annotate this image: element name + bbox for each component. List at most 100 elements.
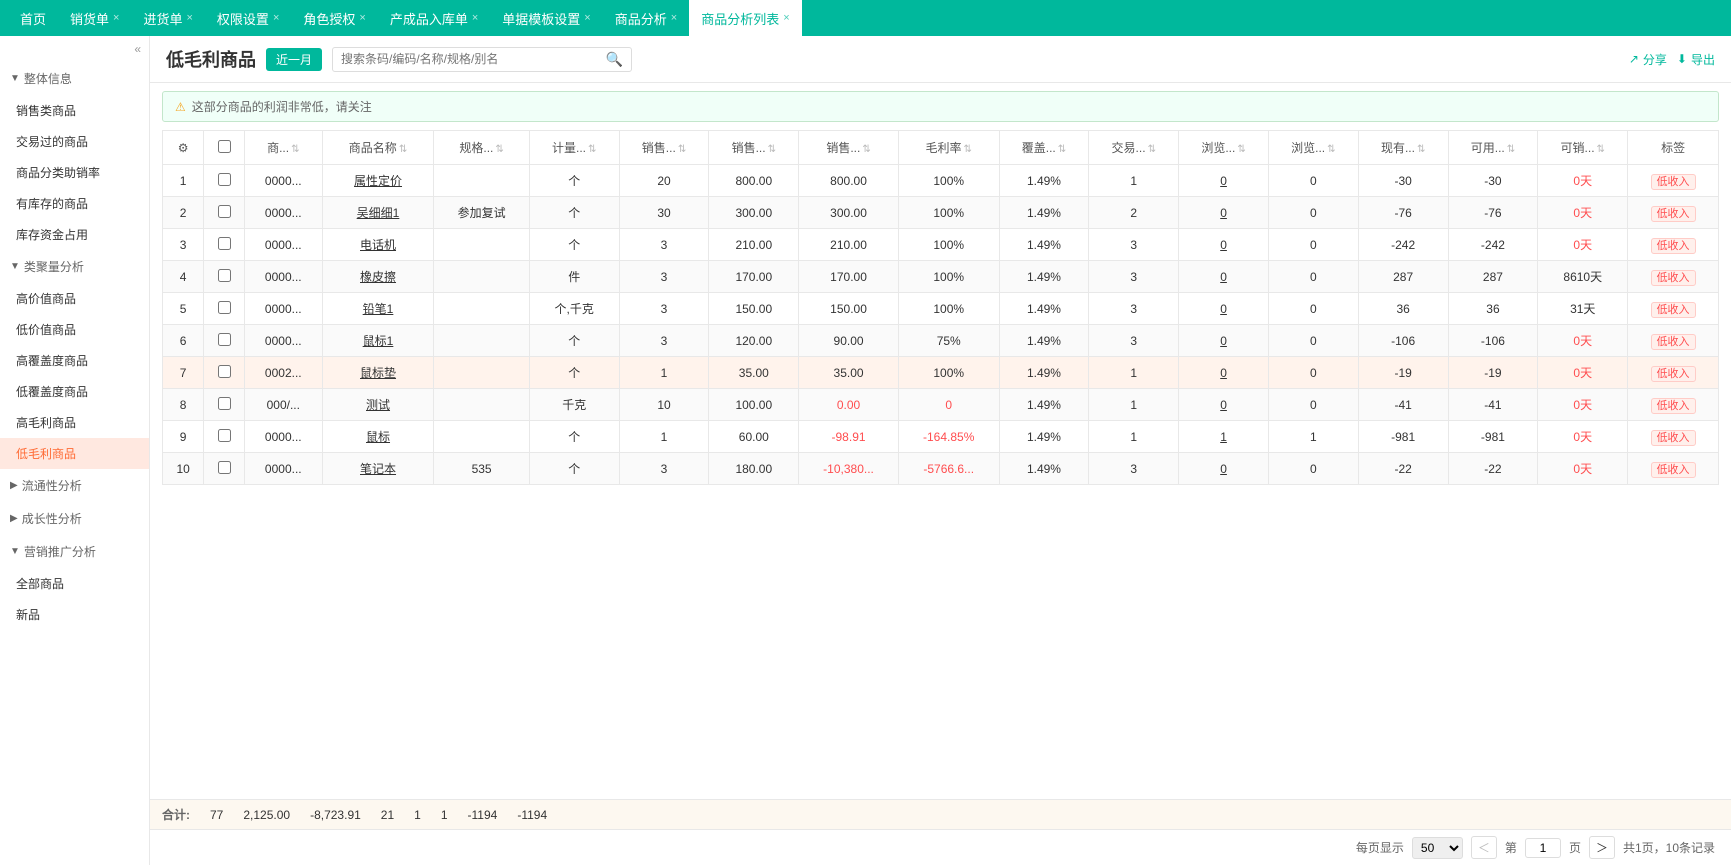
nav-item-role[interactable]: 角色授权 × xyxy=(291,0,377,36)
sidebar-item-category-rate[interactable]: 商品分类助销率 xyxy=(0,157,149,188)
next-page-button[interactable]: ＞ xyxy=(1589,836,1615,859)
row-select-checkbox[interactable] xyxy=(218,269,231,282)
row-browse1[interactable]: 0 xyxy=(1179,197,1269,229)
row-checkbox[interactable] xyxy=(204,325,245,357)
close-icon[interactable]: × xyxy=(113,12,119,24)
sidebar-item-inventory-fund[interactable]: 库存资金占用 xyxy=(0,219,149,250)
row-name[interactable]: 测试 xyxy=(322,389,434,421)
row-select-checkbox[interactable] xyxy=(218,397,231,410)
nav-item-permission[interactable]: 权限设置 × xyxy=(205,0,291,36)
date-filter-button[interactable]: 近一月 xyxy=(266,48,322,71)
nav-item-template[interactable]: 单据模板设置 × xyxy=(490,0,602,36)
sidebar-item-all-products[interactable]: 全部商品 xyxy=(0,568,149,599)
sidebar-item-sales-products[interactable]: 销售类商品 xyxy=(0,95,149,126)
row-browse1[interactable]: 0 xyxy=(1179,325,1269,357)
nav-item-analysis[interactable]: 商品分析 × xyxy=(603,0,689,36)
sidebar-group-growth[interactable]: ▶ 成长性分析 xyxy=(0,502,149,535)
row-select-checkbox[interactable] xyxy=(218,301,231,314)
col-checkbox[interactable] xyxy=(204,131,245,165)
col-spec[interactable]: 规格...⇅ xyxy=(434,131,529,165)
nav-item-product-entry[interactable]: 产成品入库单 × xyxy=(378,0,490,36)
sidebar-item-high-value[interactable]: 高价值商品 xyxy=(0,283,149,314)
close-icon[interactable]: × xyxy=(671,12,677,24)
row-checkbox[interactable] xyxy=(204,389,245,421)
page-size-select[interactable]: 50 100 200 xyxy=(1412,837,1463,859)
sidebar-item-low-value[interactable]: 低价值商品 xyxy=(0,314,149,345)
col-browse1[interactable]: 浏览...⇅ xyxy=(1179,131,1269,165)
row-checkbox[interactable] xyxy=(204,357,245,389)
sidebar-group-flow[interactable]: ▶ 流通性分析 xyxy=(0,469,149,502)
row-name[interactable]: 电话机 xyxy=(322,229,434,261)
share-button[interactable]: ↗ 分享 xyxy=(1629,51,1667,68)
search-icon[interactable]: 🔍 xyxy=(606,51,623,68)
col-settings[interactable]: ⚙ xyxy=(163,131,204,165)
row-checkbox[interactable] xyxy=(204,293,245,325)
sidebar-item-high-margin[interactable]: 高毛利商品 xyxy=(0,407,149,438)
row-name[interactable]: 铅笔1 xyxy=(322,293,434,325)
search-input[interactable] xyxy=(341,52,606,66)
sidebar-item-low-coverage[interactable]: 低覆盖度商品 xyxy=(0,376,149,407)
nav-item-sales[interactable]: 销货单 × xyxy=(58,0,131,36)
sidebar-group-marketing[interactable]: ▼ 营销推广分析 xyxy=(0,535,149,568)
col-tag[interactable]: 标签 xyxy=(1628,131,1719,165)
row-name[interactable]: 属性定价 xyxy=(322,165,434,197)
row-browse1[interactable]: 1 xyxy=(1179,421,1269,453)
row-browse1[interactable]: 0 xyxy=(1179,389,1269,421)
row-browse1[interactable]: 0 xyxy=(1179,165,1269,197)
row-select-checkbox[interactable] xyxy=(218,461,231,474)
row-select-checkbox[interactable] xyxy=(218,205,231,218)
col-available[interactable]: 可用...⇅ xyxy=(1448,131,1538,165)
nav-item-analysis-list[interactable]: 商品分析列表 × xyxy=(689,0,801,36)
row-select-checkbox[interactable] xyxy=(218,429,231,442)
sidebar-group-cluster[interactable]: ▼ 类聚量分析 xyxy=(0,250,149,283)
row-select-checkbox[interactable] xyxy=(218,365,231,378)
row-browse1[interactable]: 0 xyxy=(1179,229,1269,261)
row-checkbox[interactable] xyxy=(204,165,245,197)
close-icon[interactable]: × xyxy=(472,12,478,24)
nav-item-home[interactable]: 首页 xyxy=(8,0,58,36)
sidebar-item-new-products[interactable]: 新品 xyxy=(0,599,149,630)
col-browse2[interactable]: 浏览...⇅ xyxy=(1268,131,1358,165)
sidebar-collapse-btn[interactable]: « xyxy=(0,36,149,62)
sidebar-group-overall[interactable]: ▼ 整体信息 xyxy=(0,62,149,95)
col-code[interactable]: 商...⇅ xyxy=(244,131,322,165)
col-gross-margin[interactable]: 毛利率⇅ xyxy=(898,131,999,165)
page-input[interactable] xyxy=(1525,838,1561,858)
col-unit[interactable]: 计量...⇅ xyxy=(529,131,619,165)
close-icon[interactable]: × xyxy=(186,12,192,24)
close-icon[interactable]: × xyxy=(584,12,590,24)
prev-page-button[interactable]: ＜ xyxy=(1471,836,1497,859)
col-sales-profit[interactable]: 销售...⇅ xyxy=(799,131,899,165)
sidebar-item-stocked-products[interactable]: 有库存的商品 xyxy=(0,188,149,219)
nav-item-purchase[interactable]: 进货单 × xyxy=(131,0,204,36)
col-sellable[interactable]: 可销...⇅ xyxy=(1538,131,1628,165)
sidebar-item-high-coverage[interactable]: 高覆盖度商品 xyxy=(0,345,149,376)
row-name[interactable]: 笔记本 xyxy=(322,453,434,485)
close-icon[interactable]: × xyxy=(359,12,365,24)
row-checkbox[interactable] xyxy=(204,453,245,485)
row-browse1[interactable]: 0 xyxy=(1179,293,1269,325)
row-select-checkbox[interactable] xyxy=(218,237,231,250)
row-select-checkbox[interactable] xyxy=(218,173,231,186)
sidebar-item-traded-products[interactable]: 交易过的商品 xyxy=(0,126,149,157)
sidebar-item-low-margin[interactable]: 低毛利商品 xyxy=(0,438,149,469)
col-sales-count[interactable]: 销售...⇅ xyxy=(619,131,709,165)
col-coverage[interactable]: 覆盖...⇅ xyxy=(999,131,1089,165)
row-checkbox[interactable] xyxy=(204,261,245,293)
row-name[interactable]: 鼠标1 xyxy=(322,325,434,357)
col-current-stock[interactable]: 现有...⇅ xyxy=(1358,131,1448,165)
col-transaction[interactable]: 交易...⇅ xyxy=(1089,131,1179,165)
row-name[interactable]: 橡皮擦 xyxy=(322,261,434,293)
row-browse1[interactable]: 0 xyxy=(1179,357,1269,389)
row-checkbox[interactable] xyxy=(204,229,245,261)
row-checkbox[interactable] xyxy=(204,421,245,453)
row-select-checkbox[interactable] xyxy=(218,333,231,346)
select-all-checkbox[interactable] xyxy=(218,140,231,153)
row-name[interactable]: 鼠标垫 xyxy=(322,357,434,389)
col-sales-price[interactable]: 销售...⇅ xyxy=(709,131,799,165)
col-name[interactable]: 商品名称⇅ xyxy=(322,131,434,165)
row-browse1[interactable]: 0 xyxy=(1179,453,1269,485)
close-icon[interactable]: × xyxy=(783,12,789,24)
row-browse1[interactable]: 0 xyxy=(1179,261,1269,293)
row-name[interactable]: 鼠标 xyxy=(322,421,434,453)
